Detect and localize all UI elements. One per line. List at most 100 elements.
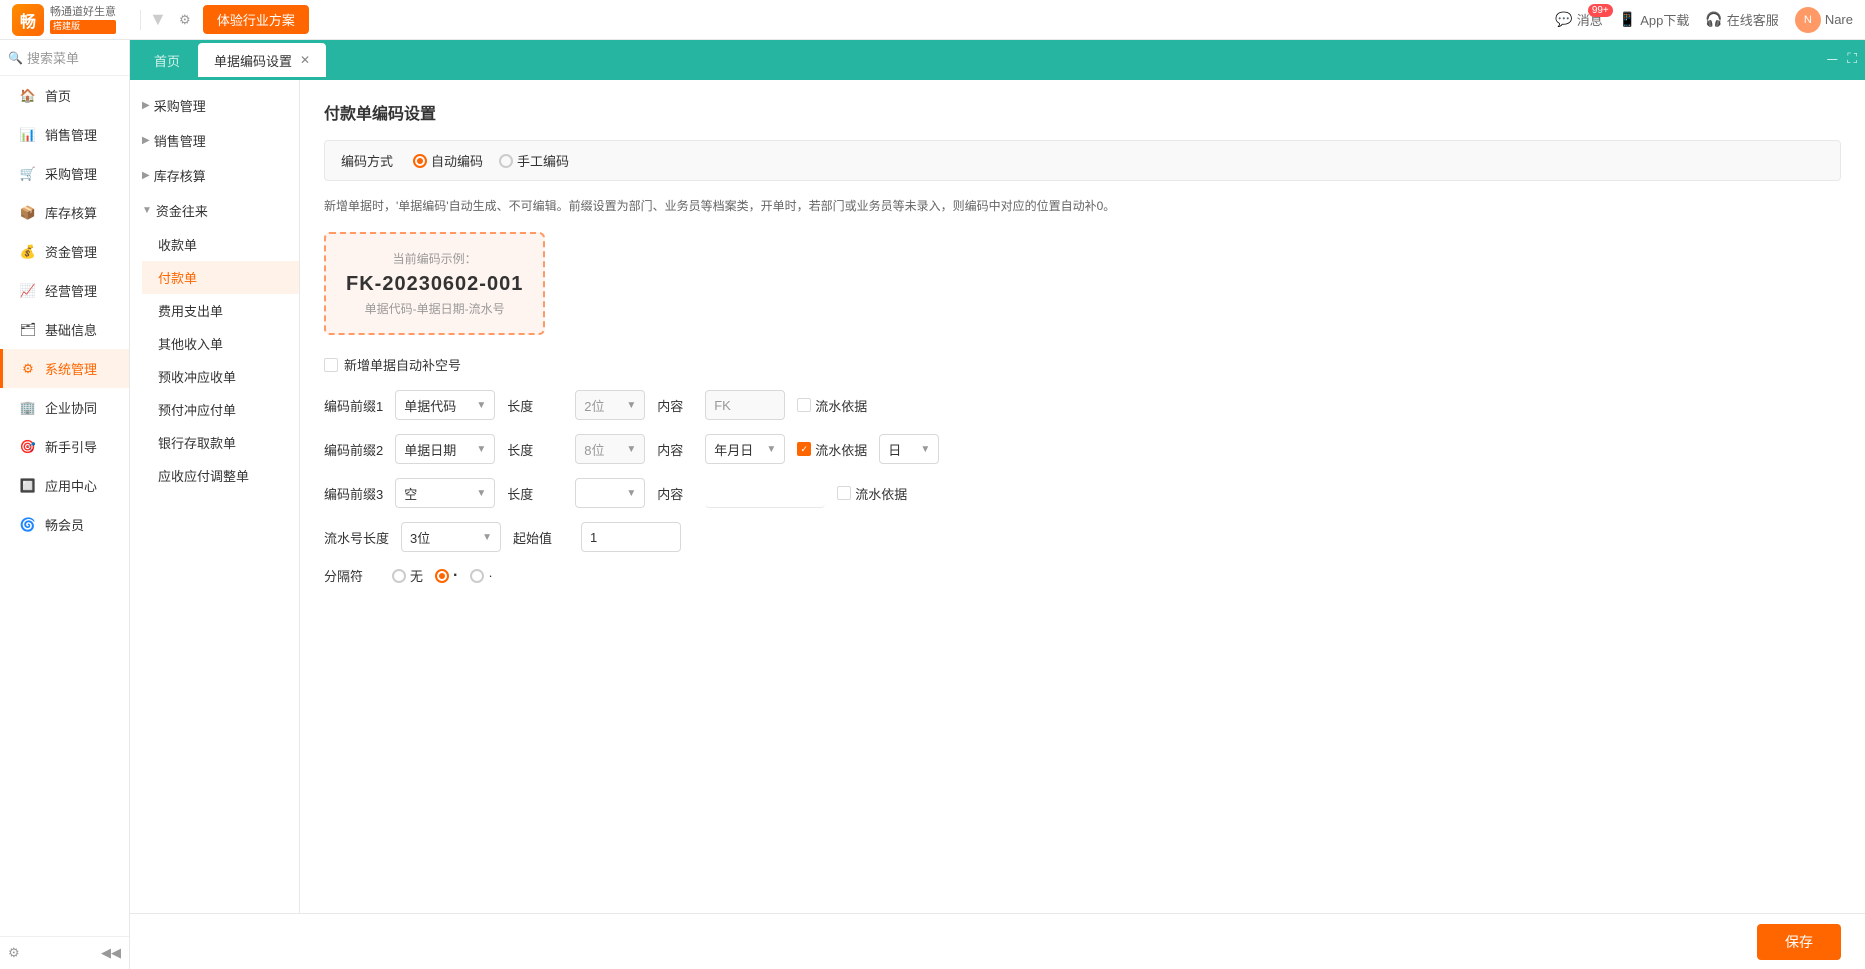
sub-item-expense[interactable]: 费用支出单: [142, 294, 299, 327]
trial-btn[interactable]: 体验行业方案: [203, 5, 309, 34]
separator-row: 分隔符 无 · ·: [324, 566, 1841, 585]
serial-length-row: 流水号长度 3位 ▼ 起始值 1: [324, 522, 1841, 552]
prefix2-unit-select[interactable]: 日 ▼: [879, 434, 939, 464]
sidebar-item-home[interactable]: 🏠 首页: [0, 76, 129, 115]
enterprise-icon: 🏢: [19, 399, 37, 417]
prefix3-length-select[interactable]: ▼: [575, 478, 645, 508]
prefix2-length-select[interactable]: 8位 ▼: [575, 434, 645, 464]
sep-dash-radio[interactable]: ·: [435, 567, 458, 585]
prefix1-serial-checkbox[interactable]: 流水依据: [797, 396, 867, 415]
minimize-icon[interactable]: －: [1825, 50, 1839, 70]
inventory-icon: 📦: [19, 204, 37, 222]
maximize-icon[interactable]: ⛶: [1847, 50, 1857, 70]
logo-icon: 畅: [12, 4, 44, 36]
message-btn[interactable]: 💬 消息 99+: [1555, 10, 1602, 29]
sub-item-advance-receivable[interactable]: 预收冲应收单: [142, 360, 299, 393]
sub-group-sales-title[interactable]: ▶ 销售管理: [130, 123, 299, 158]
sub-item-advance-payable[interactable]: 预付冲应付单: [142, 393, 299, 426]
serial-length-label: 流水号长度: [324, 528, 389, 547]
prefix3-serial-checkbox[interactable]: 流水依据: [837, 484, 907, 503]
sidebar-item-enterprise[interactable]: 🏢 企业协同: [0, 388, 129, 427]
tab-home[interactable]: 首页: [138, 43, 196, 77]
sidebar-item-guide[interactable]: 🎯 新手引导: [0, 427, 129, 466]
prefix1-length-dropdown-icon: ▼: [626, 400, 636, 411]
sidebar-item-sales[interactable]: 📊 销售管理: [0, 115, 129, 154]
apps-icon: 🔲: [19, 477, 37, 495]
sep-none-radio[interactable]: 无: [392, 566, 423, 585]
encoding-method-row: 编码方式 自动编码 手工编码: [324, 140, 1841, 181]
prefix1-label: 编码前缀1: [324, 396, 383, 415]
sidebar-item-apps[interactable]: 🔲 应用中心: [0, 466, 129, 505]
content-area: 首页 单据编码设置 ✕ － ⛶ ▶ 采购管理: [130, 40, 1865, 969]
collapse-icon[interactable]: ◀◀: [101, 945, 121, 961]
guide-icon: 🎯: [19, 438, 37, 456]
system-icon: ⚙: [19, 360, 37, 378]
online-service-btn[interactable]: 🎧 在线客服: [1705, 10, 1778, 29]
chevron-down-icon: ▼: [142, 205, 152, 216]
save-button[interactable]: 保存: [1757, 924, 1841, 960]
sidebar-item-basic-info[interactable]: 🗂 基础信息: [0, 310, 129, 349]
prefix3-length-dropdown-icon: ▼: [626, 488, 636, 499]
serial-length-select[interactable]: 3位 ▼: [401, 522, 501, 552]
sub-item-bank[interactable]: 银行存取款单: [142, 426, 299, 459]
auto-code-radio[interactable]: 自动编码: [413, 151, 483, 170]
info-icon: 🗂: [19, 321, 37, 339]
sep-dot-radio[interactable]: ·: [470, 568, 492, 583]
prefix2-row: 编码前缀2 单据日期 ▼ 长度 8位 ▼ 内容 年月日 ▼: [324, 434, 1841, 464]
prefix2-serial-checkbox[interactable]: ✓ 流水依据: [797, 440, 867, 459]
tab-bar: 首页 单据编码设置 ✕ － ⛶: [130, 40, 1865, 80]
user-avatar[interactable]: N Nare: [1795, 7, 1853, 33]
chevron-right-icon: ▶: [142, 100, 150, 111]
sub-group-capital-title[interactable]: ▼ 资金往来: [130, 193, 299, 228]
prefix3-content-input: [705, 478, 825, 508]
sidebar-item-finance[interactable]: 💰 资金管理: [0, 232, 129, 271]
prefix1-length-label: 长度: [507, 396, 563, 415]
serial-length-dropdown-icon: ▼: [482, 532, 492, 543]
app-download-btn[interactable]: 📱 App下载: [1619, 10, 1690, 29]
form-area: 付款单编码设置 编码方式 自动编码 手工编码: [300, 80, 1865, 913]
auto-fill-checkbox-row[interactable]: 新增单据自动补空号: [324, 355, 1841, 374]
tab-close-icon[interactable]: ✕: [300, 53, 310, 67]
prefix2-content-label: 内容: [657, 440, 693, 459]
prefix1-select[interactable]: 单据代码 ▼: [395, 390, 495, 420]
serial-start-input[interactable]: 1: [581, 522, 681, 552]
prefix3-serial-checkbox-box: [837, 486, 851, 500]
manual-code-radio[interactable]: 手工编码: [499, 151, 569, 170]
sub-group-inventory-title[interactable]: ▶ 库存核算: [130, 158, 299, 193]
prefix2-label: 编码前缀2: [324, 440, 383, 459]
sidebar-item-system[interactable]: ⚙ 系统管理: [0, 349, 129, 388]
auto-fill-checkbox[interactable]: [324, 358, 338, 372]
encoding-radio-group: 自动编码 手工编码: [413, 151, 569, 170]
sub-item-adjust[interactable]: 应收应付调整单: [142, 459, 299, 492]
sub-item-receipt[interactable]: 收款单: [142, 228, 299, 261]
sidebar-item-member[interactable]: 🌀 畅会员: [0, 505, 129, 544]
sidebar-search[interactable]: 🔍 搜索菜单: [0, 40, 129, 76]
sep-none-radio-dot: [392, 569, 406, 583]
tab-encoding-settings[interactable]: 单据编码设置 ✕: [198, 43, 326, 77]
settings-bottom-icon[interactable]: ⚙: [8, 945, 20, 961]
sub-group-capital-children: 收款单 付款单 费用支出单 其他收入单 预收冲应收单: [130, 228, 299, 492]
sub-group-purchase-title[interactable]: ▶ 采购管理: [130, 88, 299, 123]
sub-sidebar: ▶ 采购管理 ▶ 销售管理 ▶ 库存核算: [130, 80, 300, 913]
separator-label: 分隔符: [324, 566, 380, 585]
sidebar-item-inventory[interactable]: 📦 库存核算: [0, 193, 129, 232]
prefix1-length-select[interactable]: 2位 ▼: [575, 390, 645, 420]
code-example-value: FK-20230602-001: [346, 273, 523, 296]
prefix3-select[interactable]: 空 ▼: [395, 478, 495, 508]
prefix2-content-select[interactable]: 年月日 ▼: [705, 434, 785, 464]
sub-item-other-income[interactable]: 其他收入单: [142, 327, 299, 360]
prefix2-length-dropdown-icon: ▼: [626, 444, 636, 455]
logo-text: 畅通道好生意 搭建版: [50, 5, 116, 34]
prefix3-content-label: 内容: [657, 484, 693, 503]
prefix2-content-dropdown-icon: ▼: [766, 444, 776, 455]
prefix3-label: 编码前缀3: [324, 484, 383, 503]
info-text: 新增单据时，'单据编码'自动生成、不可编辑。前缀设置为部门、业务员等档案类，开单…: [324, 197, 1841, 216]
prefix2-select[interactable]: 单据日期 ▼: [395, 434, 495, 464]
sep-dot-radio-dot: [470, 569, 484, 583]
sidebar-item-purchase[interactable]: 🛒 采购管理: [0, 154, 129, 193]
settings-icon[interactable]: ⚙: [175, 10, 195, 30]
content-wrapper: ▶ 采购管理 ▶ 销售管理 ▶ 库存核算: [130, 80, 1865, 913]
sub-item-payment[interactable]: 付款单: [142, 261, 299, 294]
dropdown-btn[interactable]: ▼: [149, 9, 167, 30]
sidebar-item-operation[interactable]: 📈 经营管理: [0, 271, 129, 310]
